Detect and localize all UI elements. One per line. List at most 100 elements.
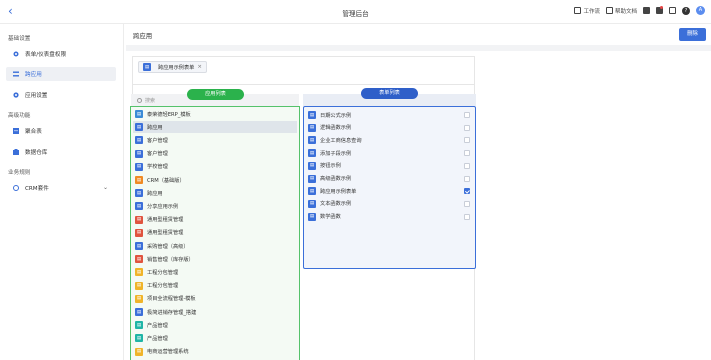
app-icon: ▤ xyxy=(135,242,143,250)
app-list-item[interactable]: ▤ 极简进销存管理_搭建 xyxy=(133,306,297,318)
workflow-label: 工作流 xyxy=(583,8,600,15)
form-icon: ▤ xyxy=(308,212,316,221)
sidebar-item-data-warehouse[interactable]: 数据仓库 xyxy=(6,145,116,159)
form-list-item-label: 企业工商信息查询 xyxy=(320,137,362,144)
app-icon[interactable] xyxy=(643,7,650,14)
app-list-item[interactable]: ▤ 客户管理 xyxy=(133,134,297,146)
form-list-item[interactable]: ▤ 高级函数示例 xyxy=(306,173,473,185)
app-list-item[interactable]: ▤ 通用型租赁管理 xyxy=(133,214,297,226)
form-list-item-label: 日期公式示例 xyxy=(320,112,352,119)
sidebar-item-label: 数据仓库 xyxy=(25,150,48,156)
form-checkbox[interactable] xyxy=(464,124,470,131)
form-checkbox[interactable] xyxy=(464,188,470,195)
app-icon: ▤ xyxy=(135,162,143,171)
app-list-item[interactable]: ▤ 工程分包管理 xyxy=(133,266,297,278)
app-list-item-label: 泰荣德轻ERP_模板 xyxy=(147,111,191,118)
sidebar: 基础设置 表单/仪表盘权限 跨应用 应用设置 高级功能 聚合表 数据仓库 业务规… xyxy=(0,24,124,360)
form-list-item[interactable]: ▤ 添加子段示例 xyxy=(306,147,473,159)
sidebar-item-label: 应用设置 xyxy=(25,93,48,99)
form-list-item[interactable]: ▤ 数学函数 xyxy=(306,211,473,223)
app-icon: ▤ xyxy=(135,176,143,184)
app-list-item[interactable]: ▤ 销售管理（库存版） xyxy=(133,253,297,265)
delete-button[interactable]: 删除 xyxy=(679,28,706,41)
form-checkbox[interactable] xyxy=(464,112,470,118)
app-list-item[interactable]: ▤ 分享应用示例 xyxy=(133,200,297,212)
form-list-item-label: 按钮示例 xyxy=(320,163,341,170)
avatar[interactable]: A xyxy=(696,6,705,15)
app-list-item[interactable]: ▤ 客户管理 xyxy=(133,148,297,160)
form-checkbox[interactable] xyxy=(464,175,470,182)
form-list-item-label: 逻辑函数示例 xyxy=(320,125,352,132)
app-list-item[interactable]: ▤ 电商运营管理系统 xyxy=(133,346,297,358)
app-list-item-label: 产品管理 xyxy=(147,322,168,329)
app-list-item[interactable]: ▤ 采购管理（高级） xyxy=(133,240,297,252)
form-checkbox[interactable] xyxy=(464,213,470,220)
sidebar-item-aggregate-table[interactable]: 聚合表 xyxy=(6,124,116,138)
permission-icon xyxy=(13,51,19,57)
workflow-button[interactable]: 工作流 xyxy=(574,7,600,15)
form-list-item[interactable]: ▤ 文本函数示例 xyxy=(306,198,473,210)
form-list-item[interactable]: ▤ 逻辑函数示例 xyxy=(306,122,473,134)
form-list-item[interactable]: ▤ 企业工商信息查询 xyxy=(306,134,473,146)
app-list-item[interactable]: ▤ 跨应用 xyxy=(133,121,297,134)
app-icon: ▤ xyxy=(135,149,143,158)
app-list-item[interactable]: ▤ 学校管理 xyxy=(133,161,297,173)
form-list-item-label: 添加子段示例 xyxy=(320,150,352,157)
sidebar-item-label: 跨应用 xyxy=(25,72,42,78)
app-icon: ▤ xyxy=(135,308,143,316)
form-icon: ▤ xyxy=(308,123,316,132)
sidebar-item-permission[interactable]: 表单/仪表盘权限 xyxy=(6,47,116,61)
app-list-item-label: 通用型租赁管理 xyxy=(147,230,184,237)
crm-icon xyxy=(13,185,19,191)
chevron-down-icon[interactable]: ⌄ xyxy=(103,184,108,191)
form-list-item[interactable]: ▤ 按钮示例 xyxy=(306,160,473,172)
form-icon: ▤ xyxy=(308,199,316,208)
app-list-item-label: 电商运营管理系统 xyxy=(147,349,189,356)
app-list-item-label: CRM（基础版） xyxy=(147,177,185,184)
app-list-item[interactable]: ▤ CRM（基础版） xyxy=(133,174,297,186)
form-list-item[interactable]: ▤ 跨应用示例表单 xyxy=(306,185,473,197)
notification-icon[interactable] xyxy=(669,7,676,14)
search-icon xyxy=(137,97,142,103)
cross-app-icon xyxy=(13,71,19,77)
close-icon[interactable]: × xyxy=(197,64,202,70)
form-icon: ▤ xyxy=(308,136,316,145)
form-list-tab[interactable]: 表单列表 xyxy=(361,88,418,99)
app-list-item-label: 客户管理 xyxy=(147,151,168,158)
app-list-tab[interactable]: 应用列表 xyxy=(187,89,244,100)
form-checkbox[interactable] xyxy=(464,162,470,169)
form-icon: ▤ xyxy=(308,149,316,158)
form-checkbox[interactable] xyxy=(464,200,470,207)
warehouse-icon xyxy=(13,149,19,155)
form-checkbox[interactable] xyxy=(464,150,470,157)
app-list-item[interactable]: ▤ 工程分包管理 xyxy=(133,280,297,292)
app-list-item[interactable]: ▤ 项目全流程管理-模板 xyxy=(133,293,297,305)
separator-band xyxy=(126,45,711,51)
app-list-item[interactable]: ▤ 产品管理 xyxy=(133,332,297,344)
header-actions: 工作流 帮助文档 ? A xyxy=(574,6,705,15)
app-icon: ▤ xyxy=(135,255,143,264)
app-list-item-label: 分享应用示例 xyxy=(147,203,179,210)
form-list-item-label: 文本函数示例 xyxy=(320,201,352,208)
app-list-item-label: 产品管理 xyxy=(147,335,168,342)
form-list-item[interactable]: ▤ 日期公式示例 xyxy=(306,109,473,121)
app-icon: ▤ xyxy=(135,189,143,198)
divider xyxy=(132,84,475,85)
sidebar-item-cross-app[interactable]: 跨应用 xyxy=(6,67,116,81)
help-icon[interactable]: ? xyxy=(682,6,690,15)
form-list-item-label: 跨应用示例表单 xyxy=(320,188,357,195)
sidebar-item-crm-suite[interactable]: CRM套件 ⌄ xyxy=(6,181,116,195)
form-icon: ▤ xyxy=(143,63,151,71)
app-list-item[interactable]: ▤ 泰荣德轻ERP_模板 xyxy=(133,108,297,120)
help-docs-button[interactable]: 帮助文档 xyxy=(605,7,637,15)
table-icon xyxy=(13,128,19,134)
selected-form-chip[interactable]: ▤ 跨应用示例表单 × xyxy=(138,61,207,73)
message-icon[interactable] xyxy=(656,6,663,14)
form-checkbox[interactable] xyxy=(464,137,470,144)
app-list-item[interactable]: ▤ 通用型租赁管理 xyxy=(133,227,297,239)
app-list-item-label: 跨应用 xyxy=(147,190,163,197)
app-list-item[interactable]: ▤ 产品管理 xyxy=(133,319,297,331)
section-title-advanced: 高级功能 xyxy=(8,113,31,119)
sidebar-item-app-settings[interactable]: 应用设置 xyxy=(6,88,116,102)
app-list-item[interactable]: ▤ 跨应用 xyxy=(133,187,297,199)
